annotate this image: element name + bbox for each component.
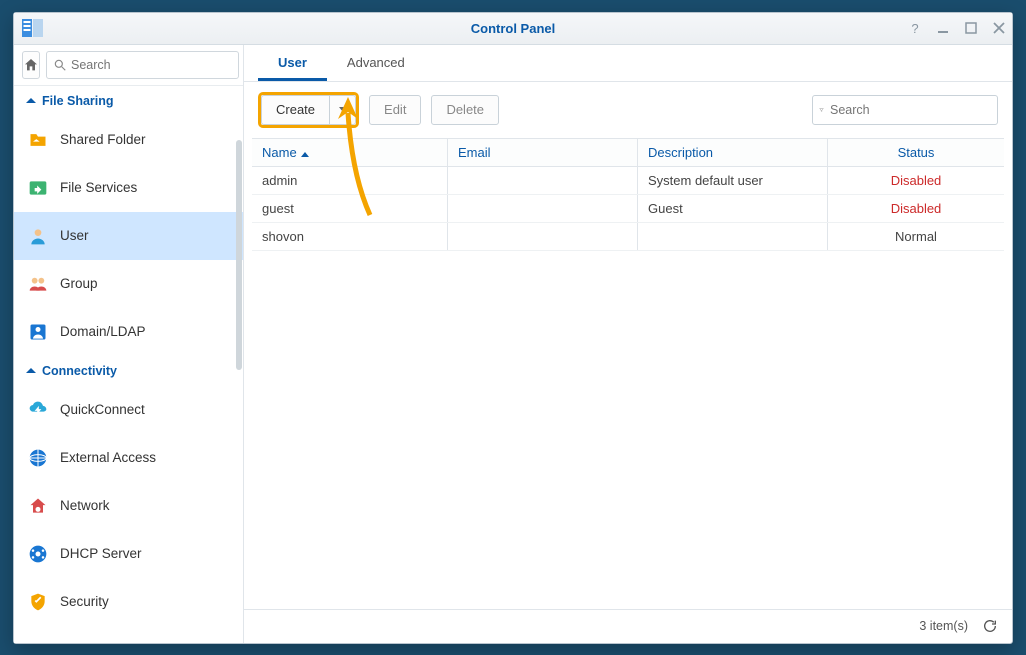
sidebar-item-label: Domain/LDAP	[60, 324, 146, 339]
column-description[interactable]: Description	[638, 139, 828, 166]
help-button[interactable]: ?	[908, 21, 922, 35]
cell-status: Disabled	[828, 195, 1004, 222]
sidebar-item-user[interactable]: User	[14, 212, 243, 260]
section-connectivity[interactable]: Connectivity	[14, 356, 243, 386]
file-services-icon	[28, 178, 48, 198]
table-row[interactable]: admin System default userDisabled	[252, 167, 1004, 195]
sidebar-item-label: User	[60, 228, 89, 243]
tabs: User Advanced	[244, 45, 1012, 82]
window-title: Control Panel	[471, 21, 556, 36]
table-body: admin System default userDisabled guest Gue…	[252, 167, 1004, 251]
column-email[interactable]: Email	[448, 139, 638, 166]
tab-advanced[interactable]: Advanced	[327, 45, 425, 81]
cell-status: Disabled	[828, 167, 1004, 194]
chevron-up-icon	[26, 98, 36, 103]
table-row[interactable]: shovon Normal	[252, 223, 1004, 251]
cell-name: shovon	[252, 223, 448, 250]
domain-ldap-icon	[28, 322, 48, 342]
window-controls: ?	[908, 21, 1006, 35]
group-icon	[28, 274, 48, 294]
sidebar-item-group[interactable]: Group	[14, 260, 243, 308]
home-button[interactable]	[22, 51, 40, 79]
titlebar: Control Panel ?	[14, 13, 1012, 45]
section-label: File Sharing	[42, 94, 114, 108]
shield-icon	[28, 592, 48, 612]
sidebar-item-dhcp-server[interactable]: DHCP Server	[14, 530, 243, 578]
control-panel-window: Control Panel ? File Sharing	[13, 12, 1013, 644]
table-search-input[interactable]	[830, 103, 991, 117]
sidebar-item-label: Group	[60, 276, 98, 291]
sidebar-item-security[interactable]: Security	[14, 578, 243, 626]
home-icon	[23, 57, 39, 73]
cell-description: Guest	[638, 195, 828, 222]
sidebar-search-input[interactable]	[71, 58, 232, 72]
item-count: 3 item(s)	[919, 619, 968, 633]
sidebar-top	[14, 45, 243, 86]
delete-button[interactable]: Delete	[431, 95, 499, 125]
minimize-button[interactable]	[936, 21, 950, 35]
external-access-icon	[28, 448, 48, 468]
filter-icon	[819, 103, 824, 117]
create-button-group: Create	[258, 92, 359, 128]
cell-status: Normal	[828, 223, 1004, 250]
main-panel: User Advanced Create Edit Delete Name	[244, 45, 1012, 643]
cell-name: admin	[252, 167, 448, 194]
cell-description: System default user	[638, 167, 828, 194]
cell-email	[448, 167, 638, 194]
user-icon	[28, 226, 48, 246]
sidebar: File Sharing Shared Folder File Services…	[14, 45, 244, 643]
sidebar-search[interactable]	[46, 51, 239, 79]
caret-down-icon	[339, 107, 347, 112]
window-body: File Sharing Shared Folder File Services…	[14, 45, 1012, 643]
create-button[interactable]: Create	[261, 95, 330, 125]
sidebar-item-label: DHCP Server	[60, 546, 142, 561]
reload-icon[interactable]	[982, 618, 998, 634]
create-dropdown-button[interactable]	[330, 95, 356, 125]
section-file-sharing[interactable]: File Sharing	[14, 86, 243, 116]
sidebar-item-label: File Services	[60, 180, 137, 195]
sidebar-item-label: Shared Folder	[60, 132, 146, 147]
edit-button[interactable]: Edit	[369, 95, 421, 125]
cell-name: guest	[252, 195, 448, 222]
sidebar-item-shared-folder[interactable]: Shared Folder	[14, 116, 243, 164]
close-button[interactable]	[992, 21, 1006, 35]
cell-description	[638, 223, 828, 250]
tab-user[interactable]: User	[258, 45, 327, 81]
column-name[interactable]: Name	[252, 139, 448, 166]
column-status[interactable]: Status	[828, 139, 1004, 166]
table-header: Name Email Description Status	[252, 138, 1004, 167]
section-label: Connectivity	[42, 364, 117, 378]
shared-folder-icon	[28, 130, 48, 150]
table-footer: 3 item(s)	[244, 609, 1012, 643]
sidebar-item-label: Network	[60, 498, 110, 513]
cell-email	[448, 195, 638, 222]
dhcp-server-icon	[28, 544, 48, 564]
cell-email	[448, 223, 638, 250]
network-icon	[28, 496, 48, 516]
sidebar-item-network[interactable]: Network	[14, 482, 243, 530]
sidebar-item-file-services[interactable]: File Services	[14, 164, 243, 212]
sidebar-item-label: QuickConnect	[60, 402, 145, 417]
scrollbar[interactable]	[236, 140, 242, 370]
search-icon	[53, 58, 67, 72]
sidebar-item-label: Security	[60, 594, 109, 609]
user-table: Name Email Description Status admin Syste…	[252, 138, 1004, 609]
maximize-button[interactable]	[964, 21, 978, 35]
table-row[interactable]: guest GuestDisabled	[252, 195, 1004, 223]
control-panel-icon	[22, 19, 44, 37]
table-search[interactable]	[812, 95, 998, 125]
chevron-up-icon	[26, 368, 36, 373]
quickconnect-icon	[28, 400, 48, 420]
toolbar: Create Edit Delete	[244, 82, 1012, 138]
sidebar-item-domain-ldap[interactable]: Domain/LDAP	[14, 308, 243, 356]
sidebar-item-external-access[interactable]: External Access	[14, 434, 243, 482]
sidebar-item-quickconnect[interactable]: QuickConnect	[14, 386, 243, 434]
sidebar-item-label: External Access	[60, 450, 156, 465]
